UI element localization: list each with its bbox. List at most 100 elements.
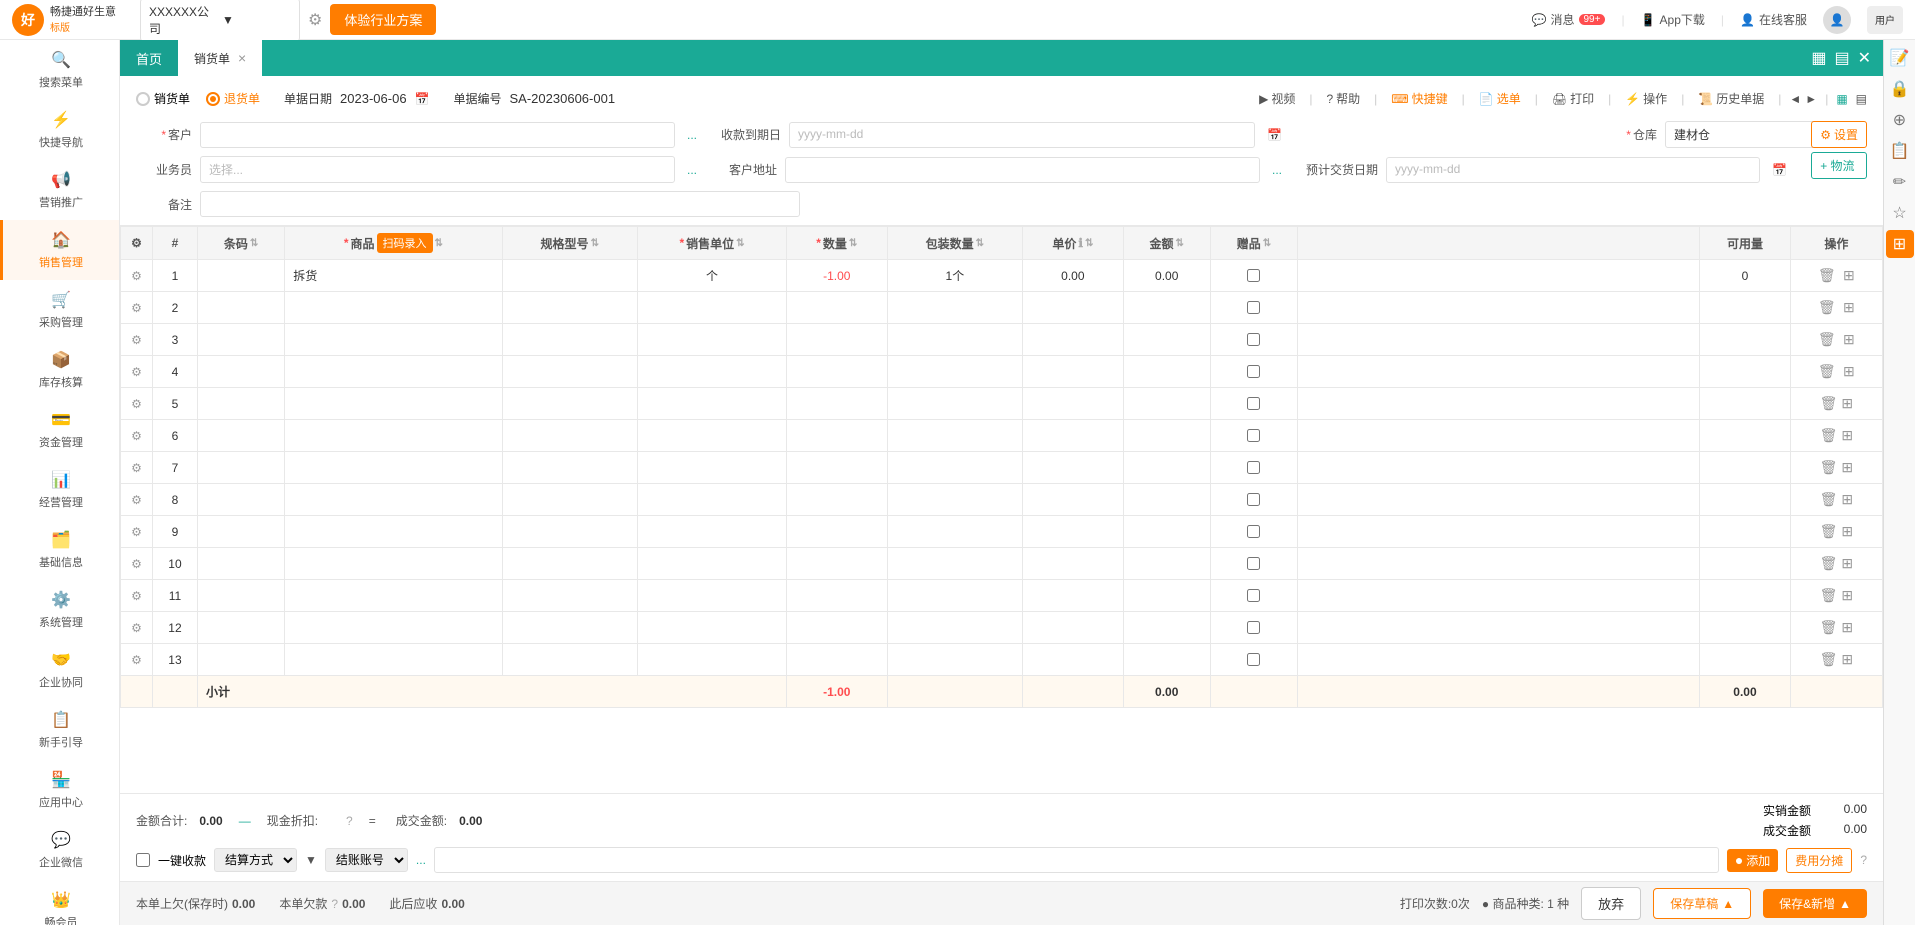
row-delete-icon-8[interactable]: 🗑	[1820, 491, 1838, 507]
app-download-btn[interactable]: 📱 App下载	[1641, 11, 1705, 28]
row-delete-icon-2[interactable]: 🗑	[1818, 299, 1836, 315]
row-price-5[interactable]	[1023, 388, 1123, 420]
row-unit-10[interactable]	[638, 548, 787, 580]
sidebar-item-marketing[interactable]: 📢 营销推广	[0, 160, 119, 220]
row-gift-12[interactable]	[1210, 612, 1297, 644]
grid-view-btn[interactable]: ▦	[1836, 92, 1847, 106]
customer-addr-input[interactable]	[785, 157, 1260, 183]
user-detail[interactable]: 用户	[1867, 6, 1903, 34]
row-price-6[interactable]	[1023, 420, 1123, 452]
far-right-btn-orange[interactable]: ⊞	[1886, 230, 1914, 258]
row-gear-icon-13[interactable]: ⚙	[131, 653, 142, 667]
row-delete-icon-10[interactable]: 🗑	[1820, 555, 1838, 571]
gift-checkbox-2[interactable]	[1247, 301, 1260, 314]
row-qty-9[interactable]	[786, 516, 887, 548]
save-draft-button[interactable]: 保存草稿 ▲	[1653, 888, 1751, 919]
row-copy-icon-12[interactable]: ⊞	[1841, 619, 1853, 635]
col-amount-sort[interactable]: ⇅	[1176, 238, 1184, 249]
row-gear-1[interactable]: ⚙	[121, 260, 153, 292]
row-gear-4[interactable]: ⚙	[121, 356, 153, 388]
row-spec-10[interactable]	[502, 548, 638, 580]
row-gear-8[interactable]: ⚙	[121, 484, 153, 516]
sidebar-item-appstore[interactable]: 🏪 应用中心	[0, 760, 119, 820]
col-spec-sort[interactable]: ⇅	[591, 238, 599, 249]
gift-checkbox-9[interactable]	[1247, 525, 1260, 538]
row-unit-1[interactable]: 个	[638, 260, 787, 292]
gift-checkbox-5[interactable]	[1247, 397, 1260, 410]
customer-dots[interactable]: ...	[687, 128, 697, 142]
row-product-7[interactable]	[285, 452, 502, 484]
row-qty-8[interactable]	[786, 484, 887, 516]
receivable-calendar-icon[interactable]: 📅	[1267, 128, 1282, 142]
row-qty-13[interactable]	[786, 644, 887, 676]
row-pkg-1[interactable]: 1个	[887, 260, 1023, 292]
row-spec-5[interactable]	[502, 388, 638, 420]
row-barcode-11[interactable]	[197, 580, 284, 612]
row-unit-6[interactable]	[638, 420, 787, 452]
gift-checkbox-10[interactable]	[1247, 557, 1260, 570]
row-gear-icon-1[interactable]: ⚙	[131, 269, 142, 283]
far-right-btn-6[interactable]: ☆	[1886, 199, 1914, 227]
row-amount-10[interactable]	[1123, 548, 1210, 580]
sidebar-item-wechat[interactable]: 💬 企业微信	[0, 820, 119, 880]
far-right-btn-5[interactable]: ✏	[1886, 168, 1914, 196]
sidebar-item-guide[interactable]: 📋 新手引导	[0, 700, 119, 760]
far-right-btn-3[interactable]: ⊕	[1886, 106, 1914, 134]
gift-checkbox-4[interactable]	[1247, 365, 1260, 378]
row-gear-12[interactable]: ⚙	[121, 612, 153, 644]
sidebar-item-member[interactable]: 👑 畅会员	[0, 880, 119, 925]
row-gear-11[interactable]: ⚙	[121, 580, 153, 612]
message-btn[interactable]: 💬 消息 99+	[1532, 11, 1606, 28]
row-delete-icon-4[interactable]: 🗑	[1818, 363, 1836, 379]
sidebar-item-basic[interactable]: 🗂️ 基础信息	[0, 520, 119, 580]
row-gear-icon-4[interactable]: ⚙	[131, 365, 142, 379]
trial-button[interactable]: 体验行业方案	[330, 4, 436, 35]
row-copy-icon-1[interactable]: ⊞	[1843, 267, 1855, 283]
row-gear-icon-10[interactable]: ⚙	[131, 557, 142, 571]
row-qty-10[interactable]	[786, 548, 887, 580]
shortcut-btn[interactable]: ⌨ 快捷键	[1385, 88, 1453, 109]
row-amount-11[interactable]	[1123, 580, 1210, 612]
close-tab-icon[interactable]: ✕	[1858, 48, 1871, 68]
help-btn[interactable]: ? 帮助	[1320, 88, 1366, 109]
row-amount-12[interactable]	[1123, 612, 1210, 644]
next-btn[interactable]: ►	[1805, 92, 1817, 106]
row-copy-icon-7[interactable]: ⊞	[1841, 459, 1853, 475]
amount-input[interactable]	[434, 847, 1719, 873]
remarks-input[interactable]	[200, 191, 800, 217]
col-product-sort[interactable]: ⇅	[435, 238, 443, 249]
row-amount-5[interactable]	[1123, 388, 1210, 420]
row-pkg-6[interactable]	[887, 420, 1023, 452]
expected-date-input[interactable]: yyyy-mm-dd	[1386, 157, 1760, 183]
row-product-3[interactable]	[285, 324, 502, 356]
gift-checkbox-8[interactable]	[1247, 493, 1260, 506]
add-button[interactable]: ● 添加	[1727, 849, 1778, 872]
row-barcode-1[interactable]	[197, 260, 284, 292]
row-pkg-5[interactable]	[887, 388, 1023, 420]
row-product-1[interactable]: 拆货	[285, 260, 502, 292]
row-product-8[interactable]	[285, 484, 502, 516]
setup-button[interactable]: ⚙ 设置	[1811, 121, 1867, 148]
row-gift-10[interactable]	[1210, 548, 1297, 580]
row-gift-6[interactable]	[1210, 420, 1297, 452]
row-barcode-2[interactable]	[197, 292, 284, 324]
row-qty-3[interactable]	[786, 324, 887, 356]
row-unit-2[interactable]	[638, 292, 787, 324]
print-btn[interactable]: 🖨 打印	[1546, 88, 1600, 109]
customer-addr-dots[interactable]: ...	[1272, 163, 1282, 177]
gift-checkbox-1[interactable]	[1247, 269, 1260, 282]
row-delete-icon-9[interactable]: 🗑	[1820, 523, 1838, 539]
row-barcode-8[interactable]	[197, 484, 284, 516]
online-service-btn[interactable]: 👤 在线客服	[1740, 11, 1807, 28]
row-gear-icon-6[interactable]: ⚙	[131, 429, 142, 443]
row-delete-icon-7[interactable]: 🗑	[1820, 459, 1838, 475]
row-gift-11[interactable]	[1210, 580, 1297, 612]
gift-checkbox-7[interactable]	[1247, 461, 1260, 474]
discard-button[interactable]: 放弃	[1581, 887, 1641, 920]
row-product-5[interactable]	[285, 388, 502, 420]
logistics-button[interactable]: + 物流	[1811, 152, 1867, 179]
account-select[interactable]: 结账账号	[325, 848, 408, 872]
row-copy-icon-13[interactable]: ⊞	[1841, 651, 1853, 667]
sidebar-item-quicknav[interactable]: ⚡ 快捷导航	[0, 100, 119, 160]
settings-icon[interactable]: ⚙	[308, 10, 322, 30]
